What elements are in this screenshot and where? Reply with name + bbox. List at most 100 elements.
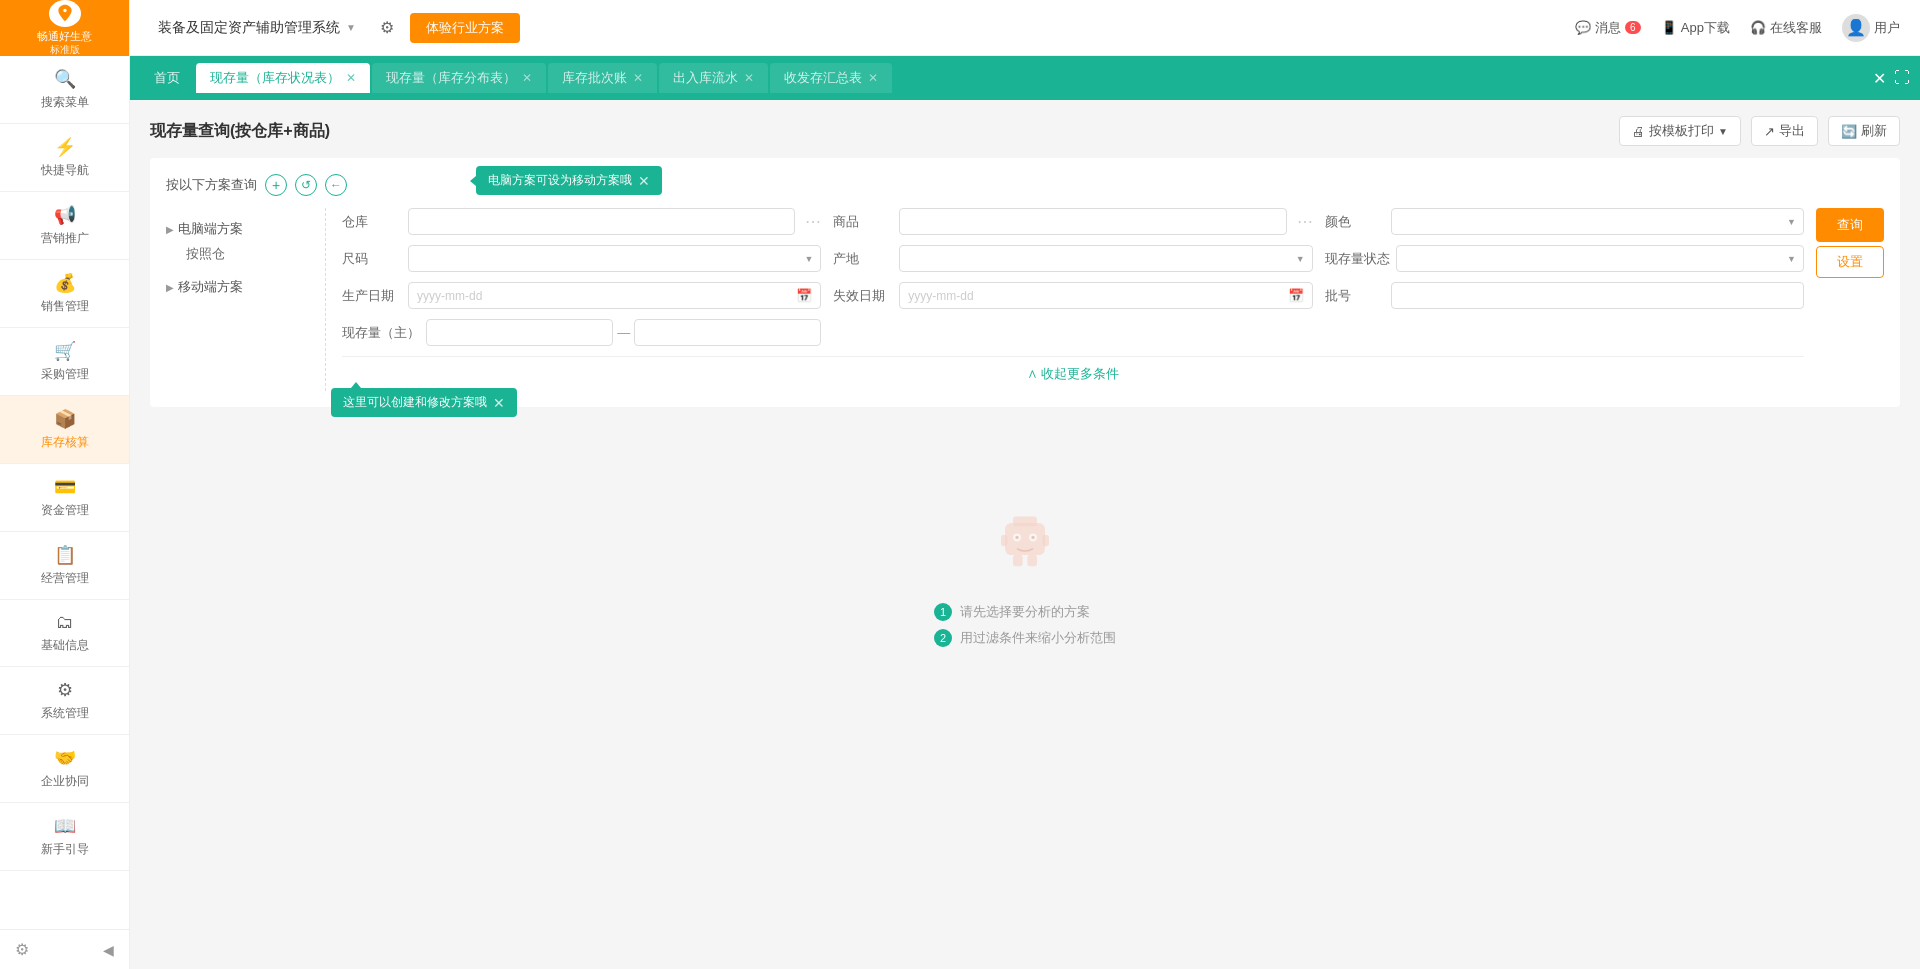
- inventory-icon: 📦: [54, 408, 76, 430]
- calendar-icon[interactable]: 📅: [1288, 288, 1304, 303]
- step-num-1: 1: [934, 603, 952, 621]
- add-scheme-btn[interactable]: +: [265, 174, 287, 196]
- pc-scheme-label: 电脑端方案: [178, 220, 243, 238]
- query-btn[interactable]: 查询: [1816, 208, 1884, 242]
- scheme-tooltip-close[interactable]: ✕: [638, 173, 650, 189]
- tab-inout-flow[interactable]: 出入库流水 ✕: [659, 63, 768, 93]
- sidebar-item-label: 基础信息: [41, 637, 89, 654]
- app-title: 畅通好生意 标准版: [37, 29, 92, 56]
- sidebar-item-sales[interactable]: 💰 销售管理: [0, 260, 129, 328]
- goods-label: 商品: [833, 213, 893, 231]
- refresh-btn[interactable]: 🔄 刷新: [1828, 116, 1900, 146]
- messages-item[interactable]: 💬 消息 6: [1575, 19, 1641, 37]
- messages-label: 消息: [1595, 19, 1621, 37]
- template-print-btn[interactable]: 🖨 按模板打印 ▼: [1619, 116, 1741, 146]
- scheme-pc-group[interactable]: ▶ 电脑端方案: [166, 216, 309, 242]
- scheme-mobile-group[interactable]: ▶ 移动端方案: [166, 274, 309, 300]
- tab-close-all-icon[interactable]: ✕: [1873, 69, 1886, 88]
- tab-batch-account[interactable]: 库存批次账 ✕: [548, 63, 657, 93]
- tab-close-icon[interactable]: ✕: [346, 72, 356, 84]
- sidebar-item-guide[interactable]: 📖 新手引导: [0, 803, 129, 871]
- filter-row-2: 尺码 产地: [342, 245, 1804, 272]
- main-area: 装备及固定资产辅助管理系统 ▼ ⚙ 体验行业方案 💬 消息 6 📱 App下载 …: [130, 0, 1920, 969]
- refresh-scheme-btn[interactable]: ↺: [295, 174, 317, 196]
- scheme-tooltip: 电脑方案可设为移动方案哦 ✕: [476, 166, 662, 195]
- system-selector[interactable]: 装备及固定资产辅助管理系统 ▼: [150, 15, 364, 41]
- reset-btn[interactable]: 设置: [1816, 246, 1884, 278]
- warehouse-more-icon[interactable]: ⋯: [805, 212, 821, 231]
- sidebar-item-label: 企业协同: [41, 773, 89, 790]
- tab-inventory-status[interactable]: 现存量（库存状况表） ✕: [196, 63, 370, 93]
- edit-tooltip-close[interactable]: ✕: [493, 395, 505, 411]
- goods-more-icon[interactable]: ⋯: [1297, 212, 1313, 231]
- sidebar-item-system[interactable]: ⚙ 系统管理: [0, 667, 129, 735]
- sidebar-item-quick-nav[interactable]: ⚡ 快捷导航: [0, 124, 129, 192]
- stock-main-label: 现存量（主）: [342, 324, 420, 342]
- tab-maximize-icon[interactable]: ⛶: [1894, 69, 1910, 87]
- tab-receive-summary[interactable]: 收发存汇总表 ✕: [770, 63, 892, 93]
- industry-btn[interactable]: 体验行业方案: [410, 13, 520, 43]
- search-icon: 🔍: [54, 68, 76, 90]
- empty-illustration: [985, 499, 1065, 579]
- stock-status-select[interactable]: [1396, 245, 1804, 272]
- svg-point-4: [1015, 536, 1018, 539]
- empty-state: 1 请先选择要分析的方案 2 用过滤条件来缩小分析范围: [150, 419, 1900, 731]
- tab-close-icon[interactable]: ✕: [522, 72, 532, 84]
- batch-input[interactable]: [1391, 282, 1804, 309]
- system-icon: ⚙: [57, 679, 73, 701]
- settings-icon[interactable]: ⚙: [15, 940, 29, 959]
- sidebar-item-enterprise[interactable]: 🤝 企业协同: [0, 735, 129, 803]
- sidebar-item-inventory[interactable]: 📦 库存核算: [0, 396, 129, 464]
- sidebar-item-basic[interactable]: 🗂 基础信息: [0, 600, 129, 667]
- header-right: 💬 消息 6 📱 App下载 🎧 在线客服 👤 用户: [1575, 14, 1900, 42]
- arrow-left-btn[interactable]: ←: [325, 174, 347, 196]
- collapse-sidebar-icon[interactable]: ◀: [103, 942, 114, 958]
- chevron-down-icon: ▼: [1718, 126, 1728, 137]
- stock-max-input[interactable]: [634, 319, 821, 346]
- sidebar-item-purchase[interactable]: 🛒 采购管理: [0, 328, 129, 396]
- scheme-tree: ▶ 电脑端方案 按照仓 ▶ 移动端方案: [166, 216, 309, 300]
- collapse-btn[interactable]: ∧ 收起更多条件: [342, 356, 1804, 391]
- sidebar-item-search[interactable]: 🔍 搜索菜单: [0, 56, 129, 124]
- stock-min-input[interactable]: [426, 319, 613, 346]
- empty-step-1: 1 请先选择要分析的方案: [934, 599, 1116, 625]
- gear-settings-icon[interactable]: ⚙: [380, 18, 394, 37]
- prod-date-input[interactable]: yyyy-mm-dd 📅: [408, 282, 821, 309]
- user-item[interactable]: 👤 用户: [1842, 14, 1900, 42]
- expiry-date-placeholder: yyyy-mm-dd: [908, 289, 973, 303]
- refresh-icon: 🔄: [1841, 124, 1857, 139]
- tab-close-icon[interactable]: ✕: [868, 72, 878, 84]
- sidebar-item-operation[interactable]: 📋 经营管理: [0, 532, 129, 600]
- app-logo: 畅通好生意 标准版: [0, 0, 129, 56]
- calendar-icon[interactable]: 📅: [796, 288, 812, 303]
- size-select[interactable]: [408, 245, 821, 272]
- tab-inventory-dist[interactable]: 现存量（库存分布表） ✕: [372, 63, 546, 93]
- expiry-date-input[interactable]: yyyy-mm-dd 📅: [899, 282, 1312, 309]
- export-btn[interactable]: ↗ 导出: [1751, 116, 1818, 146]
- origin-select[interactable]: [899, 245, 1312, 272]
- sidebar-item-assets[interactable]: 💳 资金管理: [0, 464, 129, 532]
- sidebar-item-label: 新手引导: [41, 841, 89, 858]
- filter-header: 按以下方案查询 + ↺ ← 电脑方案可设为移动方案哦 ✕: [166, 174, 1884, 196]
- stock-status-select-wrapper: [1396, 245, 1804, 272]
- prod-date-label: 生产日期: [342, 287, 402, 305]
- filter-body: 这里可以创建和修改方案哦 ✕ ▶ 电脑端方案 按照仓: [166, 208, 1884, 391]
- sidebar: 畅通好生意 标准版 🔍 搜索菜单 ⚡ 快捷导航 📢 营销推广 💰 销售管理 🛒 …: [0, 0, 130, 969]
- range-separator: —: [617, 325, 630, 340]
- sidebar-item-marketing[interactable]: 📢 营销推广: [0, 192, 129, 260]
- field-batch: 批号: [1325, 282, 1804, 309]
- messages-badge: 6: [1625, 21, 1641, 34]
- sub-item-label: 按照仓: [186, 245, 225, 263]
- support-item[interactable]: 🎧 在线客服: [1750, 19, 1822, 37]
- scheme-sub-item[interactable]: 按照仓: [186, 242, 309, 266]
- goods-input[interactable]: [899, 208, 1286, 235]
- color-select[interactable]: [1391, 208, 1804, 235]
- sidebar-nav: 🔍 搜索菜单 ⚡ 快捷导航 📢 营销推广 💰 销售管理 🛒 采购管理 📦 库存核…: [0, 56, 129, 929]
- page-title: 现存量查询(按仓库+商品): [150, 121, 330, 142]
- tab-close-icon[interactable]: ✕: [633, 72, 643, 84]
- app-download-item[interactable]: 📱 App下载: [1661, 19, 1730, 37]
- tab-close-icon[interactable]: ✕: [744, 72, 754, 84]
- warehouse-input[interactable]: [408, 208, 795, 235]
- tab-home[interactable]: 首页: [140, 63, 194, 93]
- export-icon: ↗: [1764, 124, 1775, 139]
